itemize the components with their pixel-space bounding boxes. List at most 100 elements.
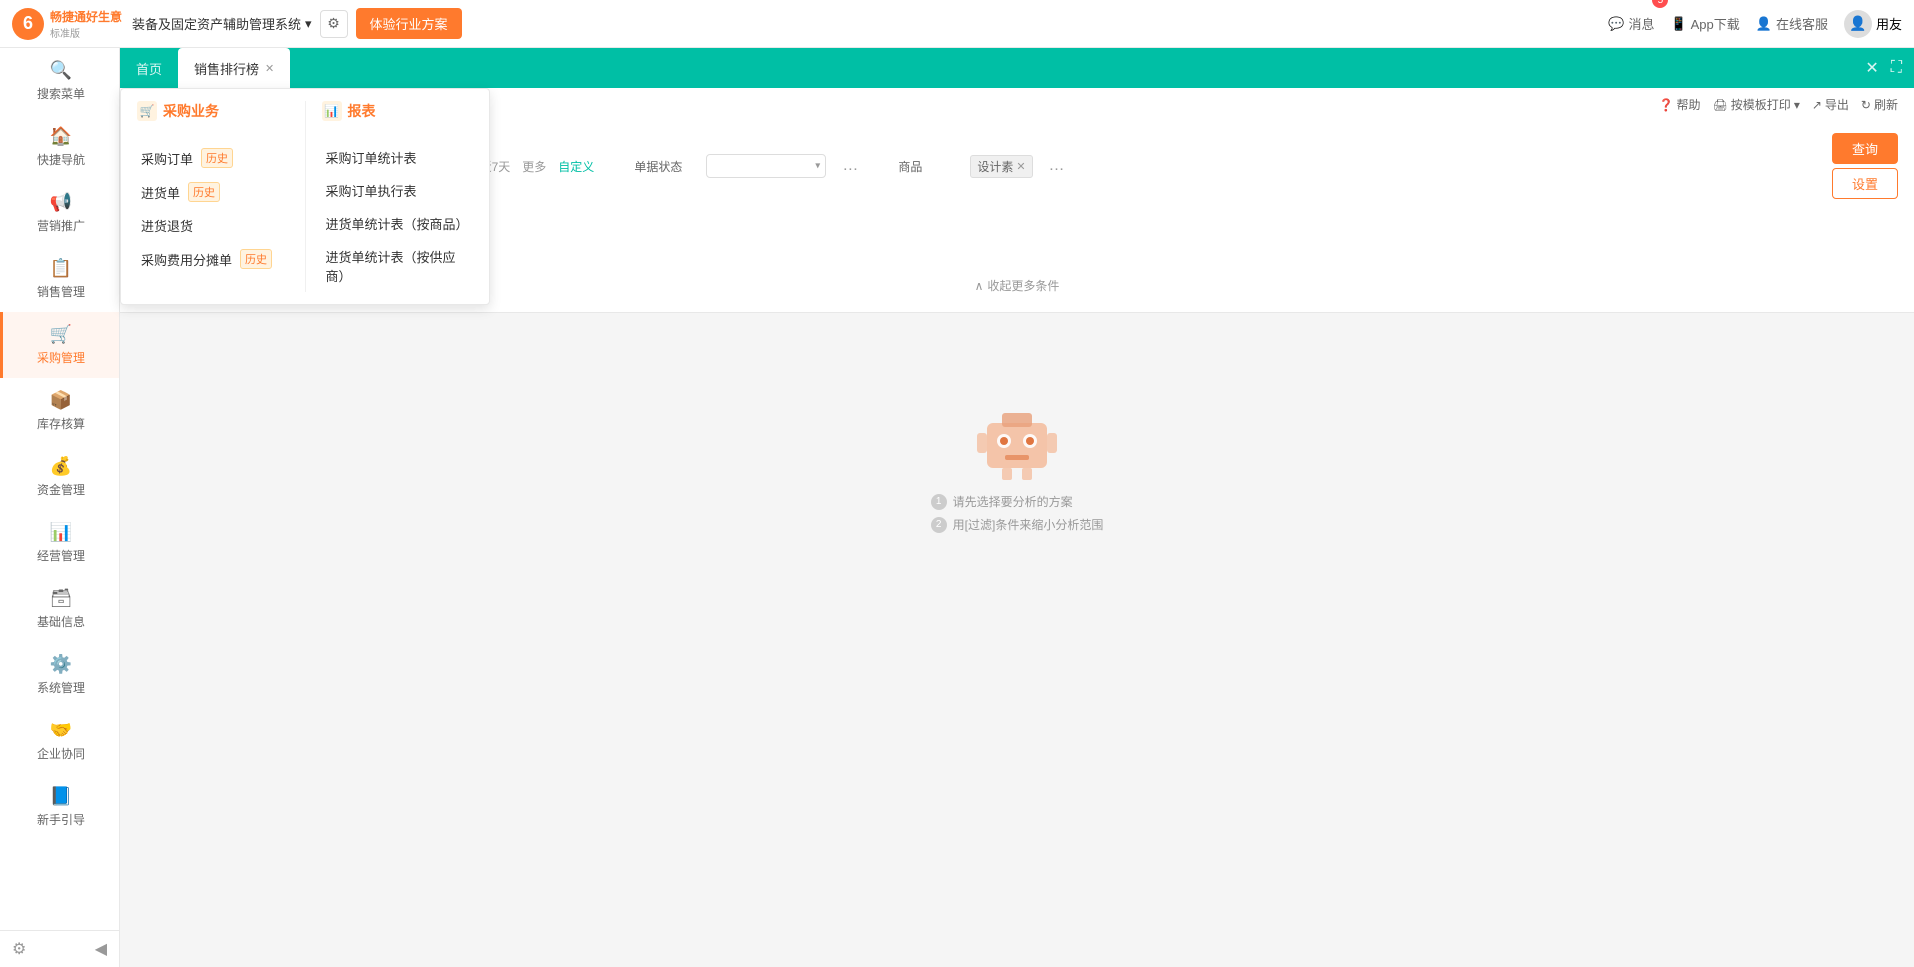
history-badge-2: 历史 [188,182,220,202]
sidebar-item-inventory[interactable]: 📦 库存核算 [0,378,119,444]
sidebar-item-basic[interactable]: 🗃 基础信息 [0,576,119,642]
purchase-dropdown-menu: 🛒 采购业务 采购订单 历史 进货单 历史 进货退货 采购费用分摊单 历史 📊 [120,88,490,305]
dropdown-col-report: 📊 报表 采购订单统计表 采购订单执行表 进货单统计表（按商品） 进货单统计表（… [305,101,490,292]
tab-right-buttons: ✕ ⛶ [1861,54,1914,82]
sidebar: 🔍 搜索菜单 🏠 快捷导航 📢 营销推广 📋 销售管理 🛒 采购管理 📦 库存核… [0,48,120,967]
online-service-button[interactable]: 👤 在线客服 [1756,14,1828,33]
sidebar-item-operations[interactable]: 📊 经营管理 [0,510,119,576]
collapse-icon: ∧ [975,279,984,293]
home-icon: 🏠 [50,126,72,147]
dropdown-item-order-stats[interactable]: 采购订单统计表 [322,141,474,174]
export-button[interactable]: ↗ 导出 [1812,96,1849,113]
dropdown-item-inbound[interactable]: 进货单 历史 [137,175,289,209]
shortcut-more[interactable]: 更多 [518,158,550,175]
system-icon: ⚙️ [50,654,72,675]
print-chevron-icon: ▾ [1794,98,1800,112]
print-button[interactable]: 🖨 按模板打印 ▾ [1713,96,1800,113]
goods-tag-close[interactable]: ✕ [1016,160,1025,173]
empty-illustration [967,393,1067,493]
service-icon: 👤 [1756,16,1772,32]
purchase-col-icon: 🛒 [137,101,157,121]
avatar: 👤 [1844,10,1872,38]
sidebar-item-enterprise[interactable]: 🤝 企业协同 [0,708,119,774]
industry-button[interactable]: 体验行业方案 [356,8,462,39]
system-title[interactable]: 装备及固定资产辅助管理系统 ▾ [132,14,312,33]
tab-sales-rank[interactable]: 销售排行榜 ✕ [178,48,290,88]
dropdown-item-purchase-order[interactable]: 采购订单 历史 [137,141,289,175]
status-select-wrapper [706,154,826,178]
sales-icon: 📋 [50,258,72,279]
history-badge: 历史 [201,148,233,168]
goods-dots[interactable]: … [1045,157,1069,175]
sidebar-item-guide[interactable]: 📘 新手引导 [0,774,119,840]
goods-tag: 设计素 ✕ [970,155,1032,178]
purchase-icon: 🛒 [50,324,72,345]
message-badge: 5 [1652,0,1668,8]
tab-close-button[interactable]: ✕ [1861,54,1882,82]
status-select[interactable] [706,154,826,178]
sidebar-item-finance[interactable]: 💰 资金管理 [0,444,119,510]
refresh-icon: ↻ [1861,98,1871,112]
empty-line2: 用[过滤]条件来缩小分析范围 [953,516,1104,533]
sidebar-item-purchase[interactable]: 🛒 采购管理 [0,312,119,378]
logo-icon: 6 [12,8,44,40]
history-badge-3: 历史 [240,249,272,269]
app-icon: 📱 [1670,16,1686,32]
shortcut-custom[interactable]: 自定义 [554,158,598,175]
operations-icon: 📊 [50,522,72,543]
status-label: 单据状态 [634,158,694,175]
chevron-down-icon: ▾ [305,16,312,32]
sidebar-item-system[interactable]: ⚙️ 系统管理 [0,642,119,708]
tab-close-icon[interactable]: ✕ [265,62,274,75]
message-icon: 💬 [1608,16,1624,32]
settings-button[interactable]: 设置 [1832,168,1898,199]
logo-text: 畅捷通好生意 标准版 [50,8,122,40]
sidebar-collapse-button[interactable]: ◀ [95,939,107,959]
logo-area: 6 畅捷通好生意 标准版 [12,8,132,40]
message-button[interactable]: 💬 消息 5 [1608,14,1654,33]
settings-button[interactable]: ⚙ [320,10,348,38]
finance-icon: 💰 [50,456,72,477]
tab-bar: 首页 销售排行榜 ✕ ✕ ⛶ [120,48,1914,88]
help-icon: ❓ [1659,98,1674,112]
inventory-icon: 📦 [50,390,72,411]
sidebar-settings-button[interactable]: ⚙ [12,939,26,959]
marketing-icon: 📢 [50,192,72,213]
refresh-button[interactable]: ↻ 刷新 [1861,96,1898,113]
status-dots[interactable]: … [838,157,862,175]
header-center: 装备及固定资产辅助管理系统 ▾ ⚙ 体验行业方案 [132,8,1608,39]
sidebar-item-quicknav[interactable]: 🏠 快捷导航 [0,114,119,180]
app-download-button[interactable]: 📱 App下载 [1670,14,1739,33]
report-col-title: 📊 报表 [322,101,474,129]
help-button[interactable]: ❓ 帮助 [1659,96,1701,113]
sidebar-item-marketing[interactable]: 📢 营销推广 [0,180,119,246]
export-icon: ↗ [1812,98,1822,112]
query-button[interactable]: 查询 [1832,133,1898,164]
user-avatar-area[interactable]: 👤 用友 [1844,10,1902,38]
dropdown-item-order-exec[interactable]: 采购订单执行表 [322,174,474,207]
sidebar-item-sales[interactable]: 📋 销售管理 [0,246,119,312]
guide-icon: 📘 [50,786,72,807]
dropdown-col-purchase: 🛒 采购业务 采购订单 历史 进货单 历史 进货退货 采购费用分摊单 历史 [121,101,305,292]
tab-home[interactable]: 首页 [120,48,178,88]
sidebar-bottom: ⚙ ◀ [0,930,119,967]
top-header: 6 畅捷通好生意 标准版 装备及固定资产辅助管理系统 ▾ ⚙ 体验行业方案 💬 … [0,0,1914,48]
dropdown-item-inbound-stats-supplier[interactable]: 进货单统计表（按供应商） [322,240,474,292]
goods-label: 商品 [898,158,958,175]
tab-maximize-button[interactable]: ⛶ [1887,55,1906,81]
dropdown-item-return[interactable]: 进货退货 [137,209,289,242]
dropdown-item-expense[interactable]: 采购费用分摊单 历史 [137,242,289,276]
header-right: 💬 消息 5 📱 App下载 👤 在线客服 👤 用友 [1608,10,1902,38]
enterprise-icon: 🤝 [50,720,72,741]
print-icon: 🖨 [1713,98,1728,112]
dropdown-item-inbound-stats-goods[interactable]: 进货单统计表（按商品） [322,207,474,240]
date-shortcuts: 近7天 更多 自定义 [476,158,599,175]
empty-state: 1 请先选择要分析的方案 2 用[过滤]条件来缩小分析范围 [120,313,1914,613]
purchase-col-title: 🛒 采购业务 [137,101,289,129]
dropdown-columns: 🛒 采购业务 采购订单 历史 进货单 历史 进货退货 采购费用分摊单 历史 📊 [121,101,489,292]
report-col-icon: 📊 [322,101,342,121]
empty-line1: 请先选择要分析的方案 [953,493,1073,510]
search-icon: 🔍 [50,60,72,81]
basic-icon: 🗃 [50,588,73,609]
sidebar-item-search[interactable]: 🔍 搜索菜单 [0,48,119,114]
